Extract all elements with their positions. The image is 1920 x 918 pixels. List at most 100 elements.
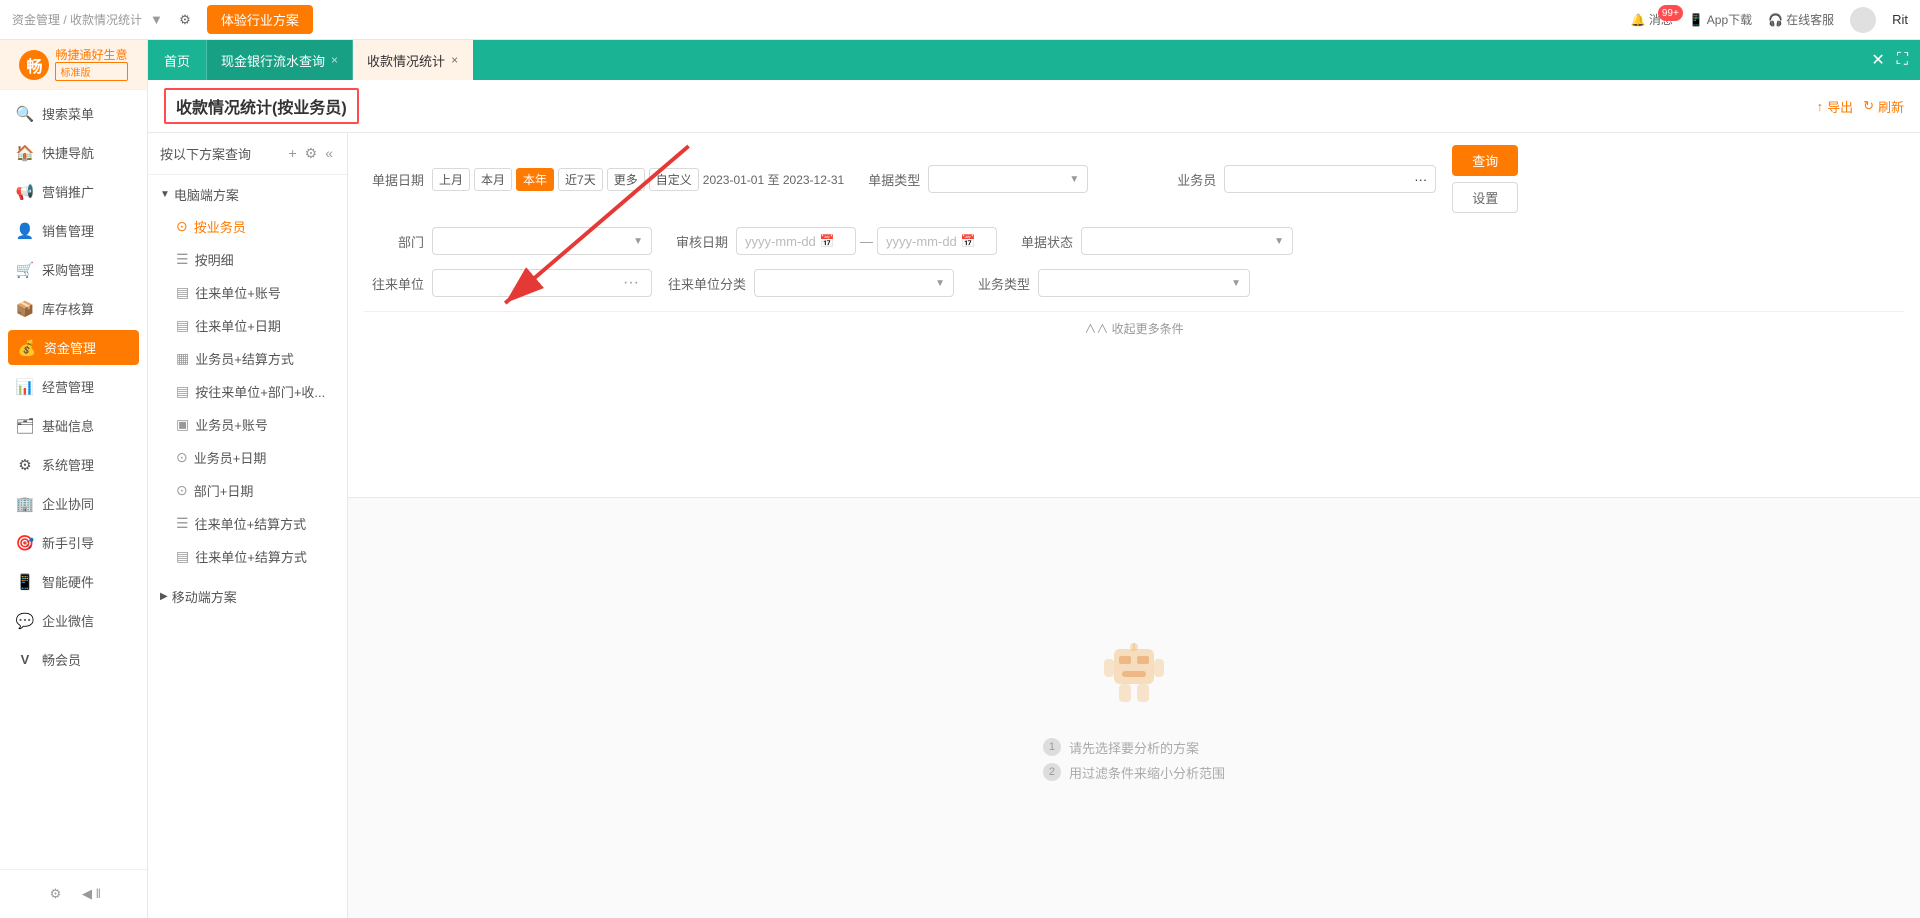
scheme-item-partner-settlement[interactable]: ☰ 往来单位+结算方式 xyxy=(148,507,347,540)
scheme-item-by-salesperson[interactable]: ⊙ 按业务员 xyxy=(148,210,347,243)
add-scheme-button[interactable]: + xyxy=(286,143,298,164)
dropdown-icon[interactable]: ▼ xyxy=(150,12,163,27)
review-date-to[interactable]: yyyy-mm-dd 📅 xyxy=(877,227,997,255)
set-button[interactable]: 设置 xyxy=(1452,182,1518,213)
online-service-button[interactable]: 🎧 在线客服 xyxy=(1768,11,1834,28)
message-button[interactable]: 🔔 消息 99+ xyxy=(1631,11,1673,28)
date-this-year[interactable]: 本年 xyxy=(516,168,554,191)
hint-text-1: 请先选择要分析的方案 xyxy=(1069,738,1199,757)
partner-settlement-icon: ☰ xyxy=(176,515,189,532)
query-row-3: 往来单位 ··· 往来单位分类 xyxy=(364,269,1904,297)
finance-icon: 💰 xyxy=(18,339,36,357)
tab-receivable-close[interactable]: × xyxy=(451,53,458,67)
page-title-bar: 收款情况统计(按业务员) ↑ 导出 ↻ 刷新 xyxy=(148,80,1920,133)
tab-home[interactable]: 首页 xyxy=(148,40,207,80)
sidebar-item-operation[interactable]: 📊 经营管理 xyxy=(0,367,147,406)
tab-cashflow[interactable]: 现金银行流水查询 × xyxy=(207,40,353,80)
scheme-item-partner-date[interactable]: ▤ 往来单位+日期 xyxy=(148,309,347,342)
mobile-group-title[interactable]: ▶ 移动端方案 xyxy=(148,581,347,612)
try-industry-button[interactable]: 体验行业方案 xyxy=(207,5,313,34)
salesperson-label: 业务员 xyxy=(1156,170,1216,189)
sidebar-item-inventory[interactable]: 📦 库存核算 xyxy=(0,289,147,328)
tab-bar: 首页 现金银行流水查询 × 收款情况统计 × ✕ ⛶ xyxy=(148,40,1920,80)
sidebar-item-basic-info[interactable]: 🗂 基础信息 xyxy=(0,406,147,445)
close-all-tabs-button[interactable]: ✕ xyxy=(1867,46,1888,74)
search-menu-icon: 🔍 xyxy=(16,105,34,123)
scheme-item-partner-account[interactable]: ▤ 往来单位+账号 xyxy=(148,276,347,309)
sales-date-label: 业务员+日期 xyxy=(194,448,267,467)
collapse-more-conditions[interactable]: ∧∧ 收起更多条件 xyxy=(364,311,1904,345)
scheme-item-partner-settlement2[interactable]: ▤ 往来单位+结算方式 xyxy=(148,540,347,573)
biz-type-select[interactable]: ▼ xyxy=(1038,269,1250,297)
sidebar-item-member[interactable]: V 畅会员 xyxy=(0,640,147,679)
collapse-scheme-button[interactable]: « xyxy=(323,143,335,164)
app-download-button[interactable]: 📱 App下载 xyxy=(1689,11,1752,28)
scheme-item-dept-date[interactable]: ⊙ 部门+日期 xyxy=(148,474,347,507)
date-7days[interactable]: 近7天 xyxy=(558,168,603,191)
sidebar-item-purchase[interactable]: 🛒 采购管理 xyxy=(0,250,147,289)
export-icon: ↑ xyxy=(1817,99,1824,114)
system-icon: ⚙ xyxy=(16,456,34,474)
sidebar-label-basic: 基础信息 xyxy=(42,416,94,435)
tab-cashflow-close[interactable]: × xyxy=(331,53,338,67)
doc-type-select[interactable]: ▼ xyxy=(928,165,1088,193)
date-dash: — xyxy=(860,234,873,249)
operation-icon: 📊 xyxy=(16,378,34,396)
desktop-group-title[interactable]: ▼ 电脑端方案 xyxy=(148,179,347,210)
gear-icon[interactable]: ⚙ xyxy=(171,6,199,34)
sidebar-label-inventory: 库存核算 xyxy=(42,299,94,318)
settings-bottom-button[interactable]: ⚙ xyxy=(40,878,72,910)
scheme-item-sales-account[interactable]: ▣ 业务员+账号 xyxy=(148,408,347,441)
export-button[interactable]: ↑ 导出 xyxy=(1817,97,1854,116)
date-this-month[interactable]: 本月 xyxy=(474,168,512,191)
scheme-setting-button[interactable]: ⚙ xyxy=(303,143,320,164)
sidebar-item-smart-hw[interactable]: 📱 智能硬件 xyxy=(0,562,147,601)
sidebar-item-enterprise[interactable]: 🏢 企业协同 xyxy=(0,484,147,523)
salesperson-ellipsis[interactable]: ··· xyxy=(1414,172,1427,187)
sidebar-item-finance[interactable]: 💰 资金管理 xyxy=(8,330,139,365)
partner-ellipsis-btn[interactable]: ··· xyxy=(619,274,643,292)
sidebar: 畅 畅捷通好生意 标准版 🔍 搜索菜单 🏠 快捷导航 📢 营销推广 👤 xyxy=(0,40,148,918)
sidebar-bottom: ⚙ ◀ ‖ xyxy=(0,869,147,918)
scheme-item-sales-date[interactable]: ⊙ 业务员+日期 xyxy=(148,441,347,474)
partner-classify-select[interactable]: ▼ xyxy=(754,269,954,297)
maximize-button[interactable]: ⛶ xyxy=(1893,47,1912,73)
scheme-item-sales-settlement[interactable]: ▦ 业务员+结算方式 xyxy=(148,342,347,375)
dept-select[interactable]: ▼ xyxy=(432,227,652,255)
review-date-field: 审核日期 yyyy-mm-dd 📅 — yyyy-mm-dd xyxy=(668,227,997,255)
hint-text-2: 用过滤条件来缩小分析范围 xyxy=(1069,763,1225,782)
date-last-month[interactable]: 上月 xyxy=(432,168,470,191)
doc-type-label: 单据类型 xyxy=(860,170,920,189)
scheme-panel: 按以下方案查询 + ⚙ « ▼ 电脑端方案 xyxy=(148,133,348,918)
date-custom[interactable]: 自定义 xyxy=(649,168,699,191)
dept-date-label: 部门+日期 xyxy=(194,481,254,500)
sidebar-item-marketing[interactable]: 📢 营销推广 xyxy=(0,172,147,211)
doc-status-select[interactable]: ▼ xyxy=(1081,227,1293,255)
sales-account-label: 业务员+账号 xyxy=(195,415,268,434)
salesperson-select[interactable]: ··· xyxy=(1224,165,1436,193)
tab-receivable[interactable]: 收款情况统计 × xyxy=(353,40,473,80)
hint-step-2: 2 用过滤条件来缩小分析范围 xyxy=(1043,763,1225,782)
scheme-item-by-detail[interactable]: ☰ 按明细 xyxy=(148,243,347,276)
partner-select[interactable]: ··· xyxy=(432,269,652,297)
sidebar-item-search-menu[interactable]: 🔍 搜索菜单 xyxy=(0,94,147,133)
date-more[interactable]: 更多 xyxy=(607,168,645,191)
query-button[interactable]: 查询 xyxy=(1452,145,1518,176)
sidebar-label-finance: 资金管理 xyxy=(44,338,96,357)
refresh-button[interactable]: ↻ 刷新 xyxy=(1863,97,1904,116)
sidebar-item-sales[interactable]: 👤 销售管理 xyxy=(0,211,147,250)
sidebar-item-newbie[interactable]: 🎯 新手引导 xyxy=(0,523,147,562)
robot-illustration xyxy=(1094,629,1174,712)
sidebar-item-system[interactable]: ⚙ 系统管理 xyxy=(0,445,147,484)
sidebar-item-quick-nav[interactable]: 🏠 快捷导航 xyxy=(0,133,147,172)
content-with-title: 收款情况统计(按业务员) ↑ 导出 ↻ 刷新 按以下 xyxy=(148,80,1920,918)
collapse-sidebar-button[interactable]: ◀ ‖ xyxy=(76,878,108,910)
sidebar-item-wechat[interactable]: 💬 企业微信 xyxy=(0,601,147,640)
date-shortcuts-area: 上月 本月 本年 近7天 更多 自定义 2023-01-01 至 xyxy=(432,168,844,191)
scheme-item-partner-dept[interactable]: ▤ 按往来单位+部门+收... xyxy=(148,375,347,408)
review-date-from[interactable]: yyyy-mm-dd 📅 xyxy=(736,227,856,255)
user-avatar[interactable] xyxy=(1850,7,1876,33)
refresh-label: 刷新 xyxy=(1878,97,1904,116)
partner-date-icon: ▤ xyxy=(176,317,189,334)
member-icon: V xyxy=(16,651,34,669)
